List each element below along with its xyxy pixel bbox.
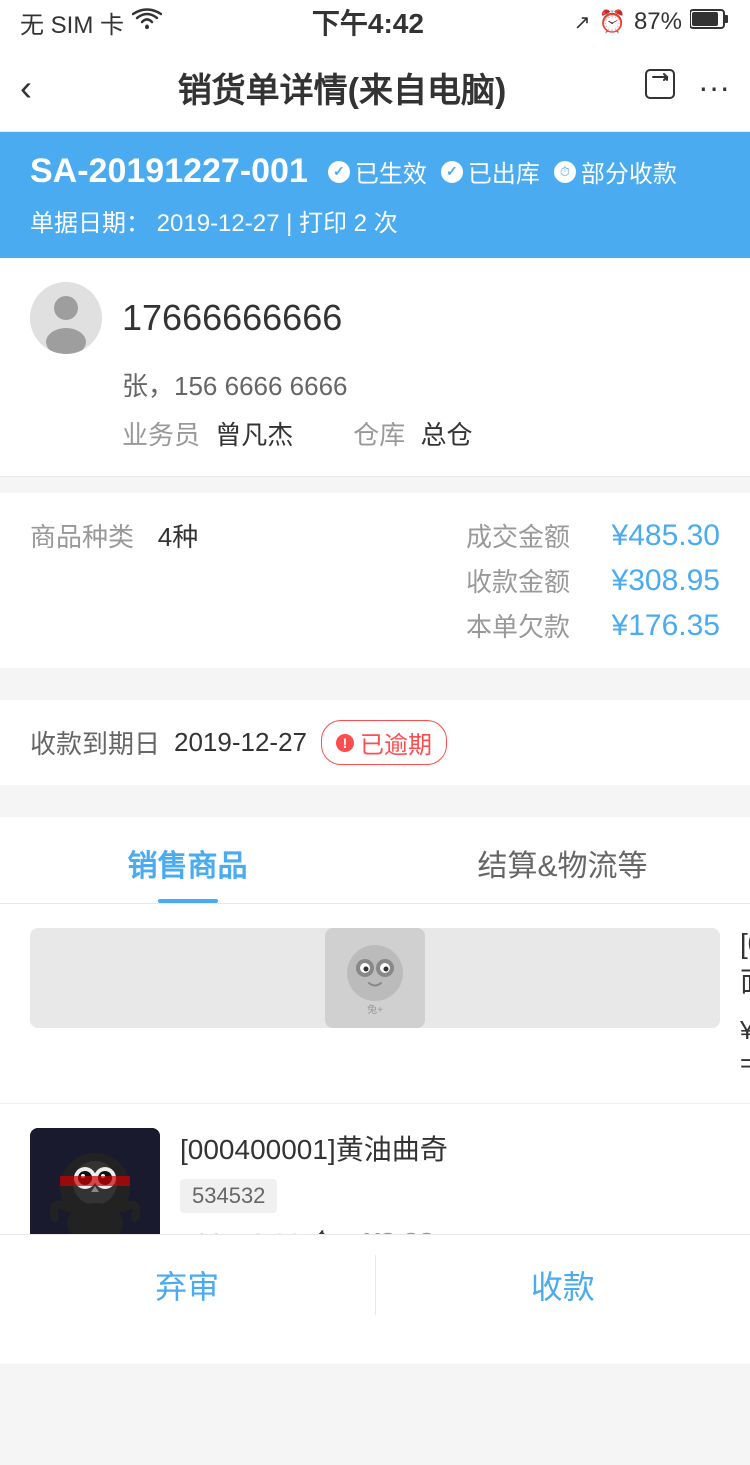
- amount-received: 收款金额 ¥308.95: [466, 562, 720, 599]
- sales-person: 业务员 曾凡杰: [122, 415, 293, 452]
- tab-products[interactable]: 销售商品: [0, 817, 375, 903]
- separator-1: [0, 668, 750, 684]
- separator-2: [0, 785, 750, 801]
- avatar: [30, 282, 102, 354]
- customer-meta: 业务员 曾凡杰 仓库 总仓: [122, 415, 720, 452]
- check-icon-2: ✓: [441, 161, 463, 183]
- tab-settlement[interactable]: 结算&物流等: [375, 817, 750, 903]
- collect-payment-button[interactable]: 收款: [376, 1235, 750, 1334]
- summary-left: 商品种类 4种: [30, 517, 198, 554]
- summary-right: 成交金额 ¥485.30 收款金额 ¥308.95 本单欠款 ¥176.35: [466, 517, 720, 644]
- amount-owed: 本单欠款 ¥176.35: [466, 607, 720, 644]
- amount-deal: 成交金额 ¥485.30: [466, 517, 720, 554]
- customer-id: 17666666666: [122, 297, 342, 339]
- back-button[interactable]: ‹: [10, 57, 42, 119]
- customer-section: 17666666666 张，156 6666 6666 业务员 曾凡杰 仓库 总…: [0, 258, 750, 476]
- overdue-icon: !: [336, 734, 354, 752]
- svg-text:兔+: 兔+: [367, 1003, 383, 1016]
- wifi-icon: [132, 8, 162, 37]
- badge-partial: ⏱ 部分收款: [554, 154, 677, 189]
- bottom-bar: 弃审 收款: [0, 1234, 750, 1334]
- battery-text: 87%: [634, 8, 682, 36]
- summary-section: 商品种类 4种 成交金额 ¥485.30 收款金额 ¥308.95 本单欠款 ¥…: [0, 493, 750, 668]
- page-title: 销货单详情(来自电脑): [42, 63, 642, 112]
- product-image-1: 兔+: [30, 928, 720, 1028]
- nav-bar: ‹ 销货单详情(来自电脑) ···: [0, 44, 750, 132]
- check-icon-1: ✓: [328, 161, 350, 183]
- order-date-info: 单据日期： 2019-12-27 | 打印 2 次: [30, 203, 720, 238]
- badge-shipped: ✓ 已出库: [441, 154, 540, 189]
- customer-top: 17666666666: [30, 282, 720, 354]
- status-left: 无 SIM 卡: [20, 5, 162, 40]
- clock-icon: ⏱: [554, 161, 576, 183]
- status-right: ↗ ⏰ 87%: [574, 8, 730, 37]
- location-icon: ↗: [574, 10, 591, 35]
- header-banner: SA-20191227-001 ✓ 已生效 ✓ 已出库 ⏱ 部分收款: [0, 132, 750, 258]
- status-time: 下午4:42: [312, 2, 424, 42]
- due-section: 收款到期日 2019-12-27 ! 已逾期: [0, 700, 750, 785]
- divider-1: [0, 476, 750, 477]
- status-bar: 无 SIM 卡 下午4:42 ↗ ⏰ 87%: [0, 0, 750, 44]
- alarm-icon: ⏰: [599, 9, 626, 35]
- product-name-2: [000400001]黄油曲奇: [180, 1128, 720, 1168]
- product-info-1: [0000002]面包 ¥40 x 5 袋 = ¥199.99: [740, 928, 750, 1079]
- bottom-spacer: [0, 1365, 750, 1465]
- carrier-text: 无 SIM 卡: [20, 5, 124, 40]
- order-id: SA-20191227-001: [30, 152, 308, 191]
- tabs: 销售商品 结算&物流等: [0, 817, 750, 904]
- more-button[interactable]: ···: [698, 69, 730, 106]
- status-badges: ✓ 已生效 ✓ 已出库 ⏱ 部分收款: [328, 154, 677, 189]
- warehouse: 仓库 总仓: [353, 415, 472, 452]
- product-name-1: [0000002]面包: [740, 928, 750, 1000]
- export-button[interactable]: [642, 66, 678, 110]
- product-price-1: ¥40 x 5 袋 = ¥199.99: [740, 1010, 750, 1079]
- nav-actions: ···: [642, 66, 730, 110]
- badge-effective: ✓ 已生效: [328, 154, 427, 189]
- battery-icon: [690, 8, 730, 37]
- customer-contact: 张，156 6666 6666: [122, 366, 720, 403]
- overdue-badge: ! 已逾期: [321, 720, 447, 765]
- cancel-review-button[interactable]: 弃审: [0, 1235, 375, 1334]
- product-item: 兔+ [0000002]面包 ¥40 x 5 袋 = ¥199.99: [0, 904, 750, 1104]
- product-sku-2: 534532: [180, 1178, 720, 1213]
